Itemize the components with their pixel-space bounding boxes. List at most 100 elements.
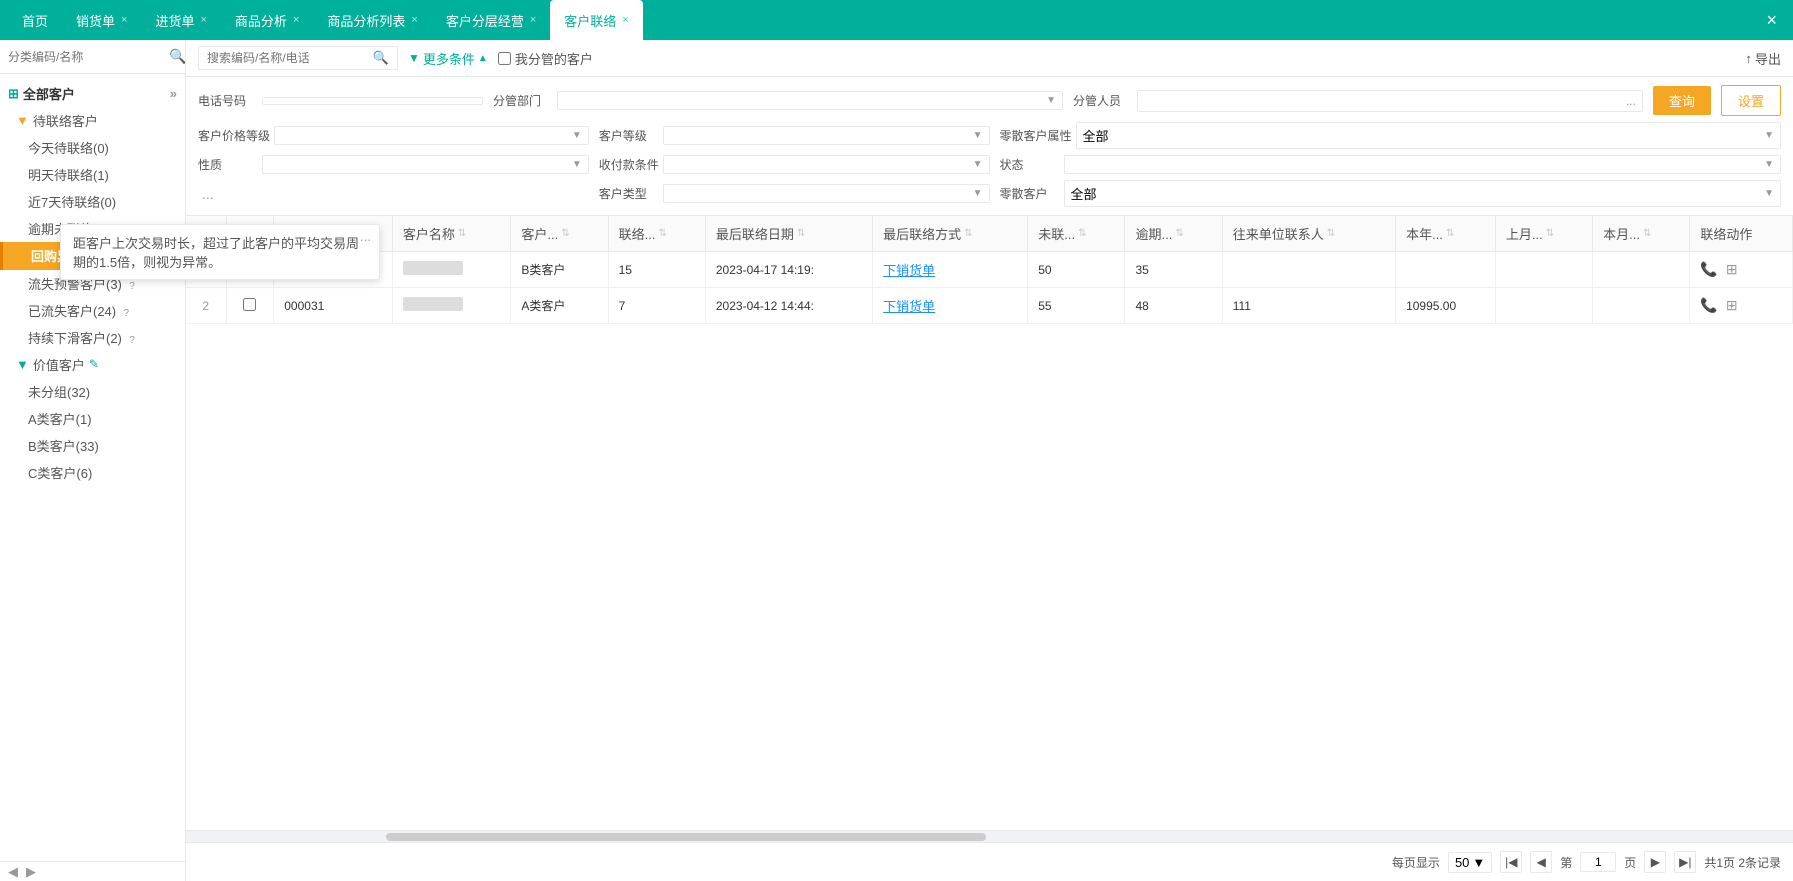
nav-tab-sales[interactable]: 销货单 ×	[62, 0, 141, 40]
sidebar-item-already-lost[interactable]: 已流失客户(24) ?	[0, 297, 185, 324]
close-sales-tab[interactable]: ×	[121, 14, 127, 26]
row2-phone-icon[interactable]: 📞	[1700, 297, 1717, 314]
scrollbar-thumb[interactable]	[386, 833, 986, 841]
close-all-tabs[interactable]: ×	[1766, 10, 1777, 31]
price-grade-select[interactable]: ▼	[274, 126, 589, 145]
gender-filter-field: 性质 ▼	[198, 155, 589, 174]
status-select[interactable]: ▼	[1064, 155, 1782, 174]
prev-page-button[interactable]: ◀	[1530, 851, 1552, 873]
th-overdue: 逾期... ⇅	[1125, 216, 1222, 252]
set-button[interactable]: 设置	[1721, 85, 1781, 116]
filter-bar: 🔍 ▼ 更多条件 ▲ 我分管的客户 ↑ 导出	[186, 40, 1793, 77]
value-customers-edit-icon[interactable]: ✎	[89, 357, 99, 371]
this-year-sort-icon[interactable]: ⇅	[1446, 228, 1454, 239]
close-customer-segment-tab[interactable]: ×	[530, 14, 536, 26]
category-sort-icon[interactable]: ⇅	[561, 228, 569, 239]
customer-grade-select[interactable]: ▼	[663, 126, 990, 145]
sidebar-search-input[interactable]	[8, 50, 163, 64]
unit-contact-sort-icon[interactable]: ⇅	[1327, 228, 1335, 239]
more-dots-field: ...	[198, 186, 589, 202]
td-checkbox-2	[226, 288, 274, 324]
overdue-sort-icon[interactable]: ⇅	[1175, 228, 1183, 239]
status-filter-field: 状态 ▼	[1000, 155, 1782, 174]
nav-tab-product-analysis[interactable]: 商品分析 ×	[221, 0, 313, 40]
sidebar-item-c-class[interactable]: C类客户(6)	[0, 459, 185, 486]
persistent-info-icon[interactable]: ?	[129, 335, 135, 346]
nav-tab-customer-contact[interactable]: 客户联络 ×	[550, 0, 642, 40]
close-product-analysis-tab[interactable]: ×	[293, 14, 299, 26]
nav-tab-product-analysis-list[interactable]: 商品分析列表 ×	[313, 0, 431, 40]
sidebar-pending-contact-group[interactable]: ▼ 待联络客户	[0, 107, 185, 134]
customer-grade-arrow-icon: ▼	[973, 130, 983, 141]
td-name-1	[392, 252, 511, 288]
td-last-contact-date-2: 2023-04-12 14:44:	[705, 288, 872, 324]
manager-dots[interactable]: ...	[1626, 94, 1636, 108]
row1-phone-icon[interactable]: 📞	[1700, 261, 1717, 278]
close-purchase-tab[interactable]: ×	[200, 14, 206, 26]
sidebar-all-customers[interactable]: ⊞ 全部客户 »	[0, 80, 185, 107]
sidebar-item-persistent-decline[interactable]: 持续下滑客户(2) ?	[0, 324, 185, 351]
sidebar-content: ⊞ 全部客户 » ▼ 待联络客户 今天待联络(0) 明天待联络(1) 近7天待联…	[0, 74, 185, 861]
query-button[interactable]: 查询	[1653, 86, 1711, 115]
td-this-year-1	[1396, 252, 1496, 288]
last-month-sort-icon[interactable]: ⇅	[1546, 228, 1554, 239]
row1-more-icon[interactable]: ⊞	[1726, 261, 1738, 278]
name-sort-icon[interactable]: ⇅	[458, 228, 466, 239]
this-month-sort-icon[interactable]: ⇅	[1643, 228, 1651, 239]
date-sort-icon[interactable]: ⇅	[797, 228, 805, 239]
row2-more-icon[interactable]: ⊞	[1726, 297, 1738, 314]
more-conditions-btn[interactable]: ▼ 更多条件 ▲	[408, 49, 488, 68]
sidebar-item-unclassified[interactable]: 未分组(32)	[0, 378, 185, 405]
first-page-button[interactable]: |◀	[1500, 851, 1522, 873]
th-category: 客户... ⇅	[511, 216, 608, 252]
retail-attr-arrow-icon: ▼	[1764, 130, 1774, 141]
grid-icon: ⊞	[8, 86, 19, 102]
gender-select[interactable]: ▼	[262, 155, 589, 174]
retail-attr-select[interactable]: 全部 ▼	[1076, 122, 1781, 149]
customer-name-blur-2	[403, 297, 463, 311]
customers-table: ⚙ 客户编码 ⇅ 客户名称 ⇅	[186, 216, 1793, 324]
current-page-input[interactable]	[1580, 852, 1616, 872]
contact-method-link-1[interactable]: 下销货单	[883, 263, 935, 278]
sidebar-search-icon[interactable]: 🔍	[169, 48, 186, 65]
horizontal-scrollbar[interactable]	[186, 830, 1793, 842]
sidebar-item-tomorrow[interactable]: 明天待联络(1)	[0, 161, 185, 188]
customer-type-select[interactable]: ▼	[663, 184, 990, 203]
last-page-button[interactable]: ▶|	[1674, 851, 1696, 873]
collapse-icon[interactable]: »	[170, 86, 177, 101]
sidebar-item-7days[interactable]: 近7天待联络(0)	[0, 188, 185, 215]
filter-search-icon[interactable]: 🔍	[373, 50, 389, 66]
next-page-button[interactable]: ▶	[1644, 851, 1666, 873]
row2-checkbox[interactable]	[243, 298, 256, 311]
export-icon: ↑	[1745, 51, 1752, 66]
nav-tab-customer-segment[interactable]: 客户分层经营 ×	[432, 0, 550, 40]
payment-select[interactable]: ▼	[663, 155, 990, 174]
tooltip-close[interactable]: ...	[360, 229, 371, 244]
manager-input[interactable]: ...	[1137, 90, 1643, 112]
already-lost-info-icon[interactable]: ?	[123, 308, 129, 319]
retail-customer-select[interactable]: 全部 ▼	[1064, 180, 1782, 207]
sidebar-bottom-right-arrow[interactable]: ▶	[26, 864, 36, 880]
not-contacted-sort-icon[interactable]: ⇅	[1078, 228, 1086, 239]
phone-input[interactable]	[262, 97, 483, 105]
page-size-select[interactable]: 50 ▼	[1448, 852, 1492, 873]
lost-info-icon[interactable]: ?	[129, 281, 135, 292]
sidebar-item-a-class[interactable]: A类客户(1)	[0, 405, 185, 432]
more-fields-dots[interactable]: ...	[198, 186, 218, 202]
my-customers-checkbox[interactable]	[498, 52, 511, 65]
method-sort-icon[interactable]: ⇅	[964, 228, 972, 239]
close-customer-contact-tab[interactable]: ×	[622, 14, 628, 26]
close-product-list-tab[interactable]: ×	[411, 14, 417, 26]
nav-tab-purchase[interactable]: 进货单 ×	[141, 0, 220, 40]
sidebar-bottom-left-arrow[interactable]: ◀	[8, 864, 18, 880]
th-this-year: 本年... ⇅	[1396, 216, 1496, 252]
contact-method-link-2[interactable]: 下销货单	[883, 299, 935, 314]
dept-select[interactable]: ▼	[557, 91, 1063, 110]
sidebar-value-customers-group[interactable]: ▼ 价值客户 ✎	[0, 351, 185, 378]
contact-sort-icon[interactable]: ⇅	[658, 228, 666, 239]
sidebar-item-b-class[interactable]: B类客户(33)	[0, 432, 185, 459]
filter-search-input[interactable]	[207, 51, 369, 65]
nav-tab-home[interactable]: 首页	[8, 0, 62, 40]
sidebar-item-today[interactable]: 今天待联络(0)	[0, 134, 185, 161]
export-button[interactable]: ↑ 导出	[1745, 49, 1781, 68]
